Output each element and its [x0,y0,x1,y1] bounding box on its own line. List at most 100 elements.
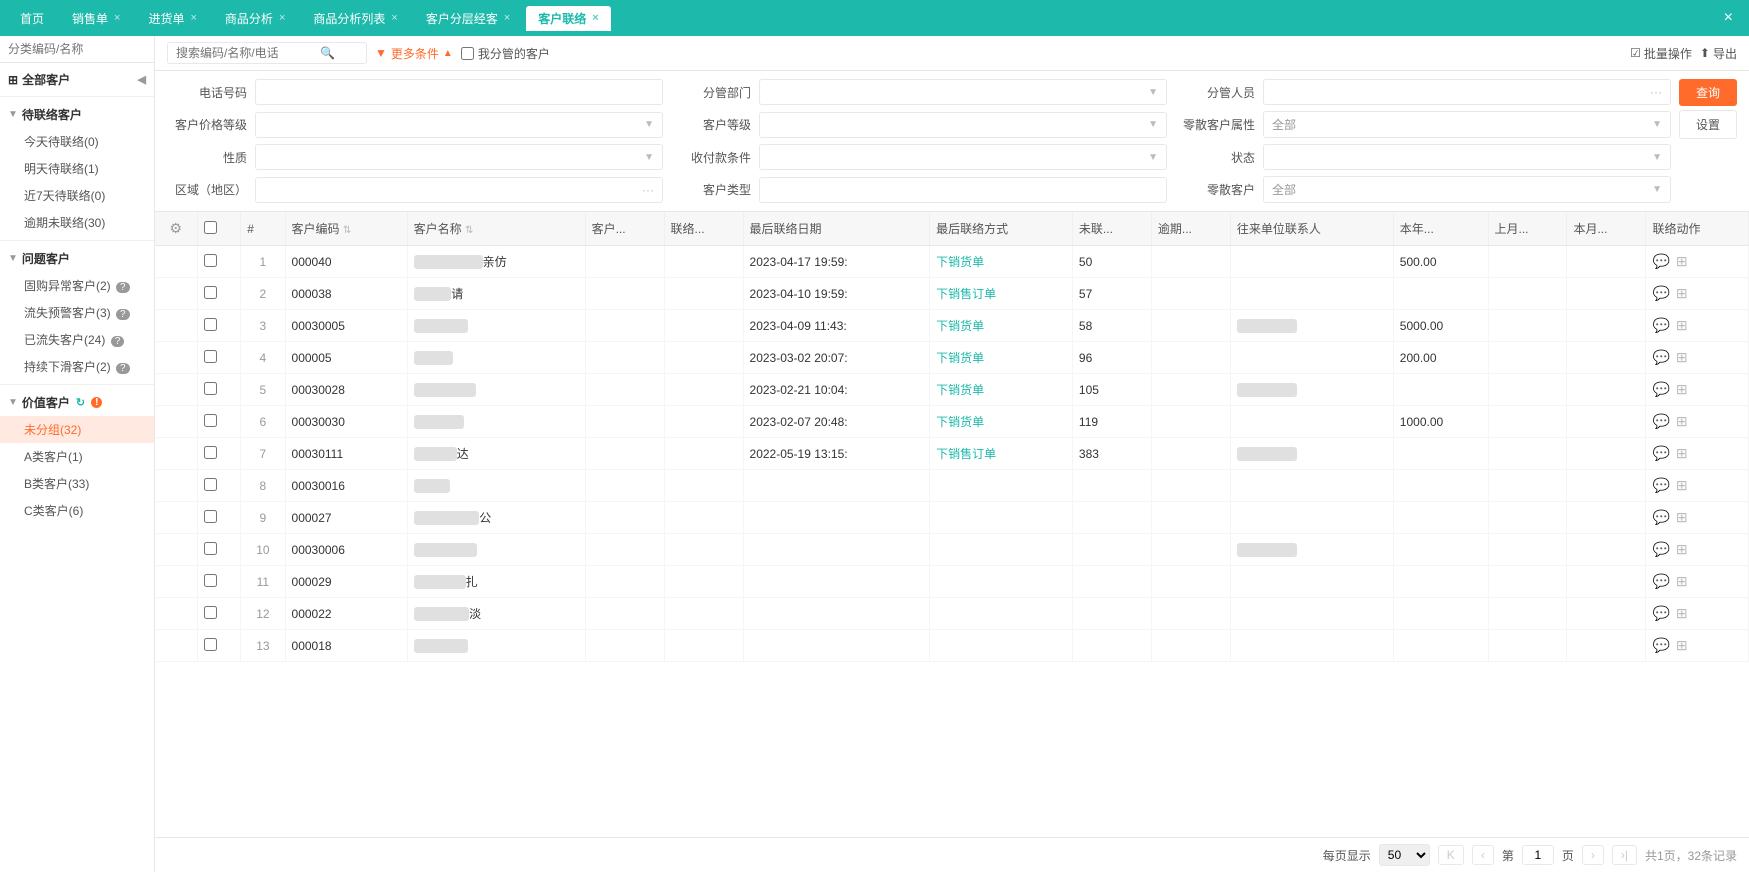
filter-field-retail-customer[interactable]: 全部 ▼ [1263,176,1671,203]
close-customer-contact-tab[interactable]: × [592,12,598,24]
sidebar-group-pending[interactable]: ▼ 待联络客户 [0,101,154,128]
sidebar-item-abnormal[interactable]: 固购异常客户(2) ? [0,272,154,299]
row-checkbox-6[interactable] [204,446,217,459]
message-icon-6[interactable]: 💬 [1652,445,1669,462]
grid-icon-10[interactable]: ⊞ [1676,573,1688,590]
td-action-12[interactable]: 💬 ⊞ [1646,630,1749,662]
message-icon-9[interactable]: 💬 [1652,541,1669,558]
filter-search-icon[interactable]: 🔍 [320,46,335,60]
sidebar-collapse-btn[interactable]: ◀ [138,73,146,86]
filter-field-retail-attr[interactable]: 全部 ▼ [1263,111,1671,138]
bulk-operations-btn[interactable]: ☑ 批量操作 [1630,45,1692,62]
contact-method-link-5[interactable]: 下销货单 [936,415,984,429]
close-customer-segment-tab[interactable]: × [504,12,510,24]
td-checkbox-11[interactable] [197,598,241,630]
td-action-4[interactable]: 💬 ⊞ [1646,374,1749,406]
sidebar-item-group-b[interactable]: B类客户(33) [0,470,154,497]
sidebar-item-week[interactable]: 近7天待联络(0) [0,182,154,209]
grid-icon-2[interactable]: ⊞ [1676,317,1688,334]
prev-page-btn[interactable]: ‹ [1472,845,1494,865]
grid-icon-8[interactable]: ⊞ [1676,509,1688,526]
tab-sales[interactable]: 销售单 × [60,6,132,31]
page-input[interactable] [1522,845,1554,865]
tab-product-analysis[interactable]: 商品分析 × [213,6,297,31]
filter-search-input[interactable] [176,46,316,60]
query-button[interactable]: 查询 [1679,79,1737,106]
sidebar-item-ungraded[interactable]: 未分组(32) [0,416,154,443]
page-size-select[interactable]: 50 100 [1379,844,1430,866]
filter-field-phone[interactable] [255,79,663,105]
sidebar-item-tomorrow[interactable]: 明天待联络(1) [0,155,154,182]
th-checkbox[interactable] [197,212,241,246]
filter-field-dept[interactable]: ▼ [759,79,1167,105]
message-icon-3[interactable]: 💬 [1652,349,1669,366]
message-icon-2[interactable]: 💬 [1652,317,1669,334]
td-checkbox-6[interactable] [197,438,241,470]
filter-field-status[interactable]: ▼ [1263,144,1671,170]
td-action-0[interactable]: 💬 ⊞ [1646,246,1749,278]
select-all-checkbox[interactable] [204,221,217,234]
filter-field-nature[interactable]: ▼ [255,144,663,170]
grid-icon-4[interactable]: ⊞ [1676,381,1688,398]
grid-icon-1[interactable]: ⊞ [1676,285,1688,302]
contact-method-link-4[interactable]: 下销货单 [936,383,984,397]
td-last-contact-method-0[interactable]: 下销货单 [930,246,1073,278]
filter-field-region[interactable]: ··· [255,177,663,203]
td-action-6[interactable]: 💬 ⊞ [1646,438,1749,470]
grid-icon-5[interactable]: ⊞ [1676,413,1688,430]
grid-icon-6[interactable]: ⊞ [1676,445,1688,462]
grid-icon-11[interactable]: ⊞ [1676,605,1688,622]
filter-field-payment[interactable]: ▼ [759,144,1167,170]
td-checkbox-0[interactable] [197,246,241,278]
sidebar-item-group-c[interactable]: C类客户(6) [0,497,154,524]
my-customers-checkbox[interactable] [461,47,474,60]
th-code[interactable]: 客户编码 ⇅ [285,212,407,246]
td-checkbox-3[interactable] [197,342,241,374]
td-last-contact-method-3[interactable]: 下销货单 [930,342,1073,374]
row-checkbox-8[interactable] [204,510,217,523]
contact-method-link-3[interactable]: 下销货单 [936,351,984,365]
tab-customer-contact[interactable]: 客户联络 × [526,6,610,31]
value-group-refresh-icon[interactable]: ↻ [76,396,85,409]
contact-method-link-1[interactable]: 下销售订单 [936,287,996,301]
grid-icon-3[interactable]: ⊞ [1676,349,1688,366]
filter-field-customer-type[interactable] [759,177,1167,203]
sidebar-item-group-a[interactable]: A类客户(1) [0,443,154,470]
manager-more[interactable]: ··· [1650,85,1662,99]
sidebar-item-overdue[interactable]: 逾期未联络(30) [0,209,154,236]
row-checkbox-7[interactable] [204,478,217,491]
message-icon-7[interactable]: 💬 [1652,477,1669,494]
td-action-2[interactable]: 💬 ⊞ [1646,310,1749,342]
td-checkbox-8[interactable] [197,502,241,534]
last-page-btn[interactable]: ›| [1612,845,1637,865]
td-last-contact-method-5[interactable]: 下销货单 [930,406,1073,438]
tab-customer-segment[interactable]: 客户分层经客 × [414,6,522,31]
row-checkbox-2[interactable] [204,318,217,331]
td-action-5[interactable]: 💬 ⊞ [1646,406,1749,438]
td-checkbox-5[interactable] [197,406,241,438]
message-icon-0[interactable]: 💬 [1652,253,1669,270]
td-last-contact-method-4[interactable]: 下销货单 [930,374,1073,406]
close-purchase-tab[interactable]: × [190,12,196,24]
grid-icon-12[interactable]: ⊞ [1676,637,1688,654]
filter-field-customer-grade[interactable]: ▼ [759,112,1167,138]
row-checkbox-12[interactable] [204,638,217,651]
next-page-btn[interactable]: › [1582,845,1604,865]
sidebar-item-churn-risk[interactable]: 流失预警客户(3) ? [0,299,154,326]
grid-icon-9[interactable]: ⊞ [1676,541,1688,558]
close-product-analysis-tab[interactable]: × [279,12,285,24]
row-checkbox-4[interactable] [204,382,217,395]
td-action-7[interactable]: 💬 ⊞ [1646,470,1749,502]
first-page-btn[interactable]: K [1438,845,1464,865]
message-icon-1[interactable]: 💬 [1652,285,1669,302]
tab-product-list[interactable]: 商品分析列表 × [301,6,409,31]
th-settings[interactable]: ⚙ [155,212,197,246]
row-checkbox-11[interactable] [204,606,217,619]
filter-field-manager[interactable]: ··· [1263,79,1671,105]
grid-icon-7[interactable]: ⊞ [1676,477,1688,494]
row-checkbox-5[interactable] [204,414,217,427]
sidebar-item-lost[interactable]: 已流失客户(24) ? [0,326,154,353]
message-icon-11[interactable]: 💬 [1652,605,1669,622]
settings-icon[interactable]: ⚙ [170,220,183,236]
td-action-8[interactable]: 💬 ⊞ [1646,502,1749,534]
